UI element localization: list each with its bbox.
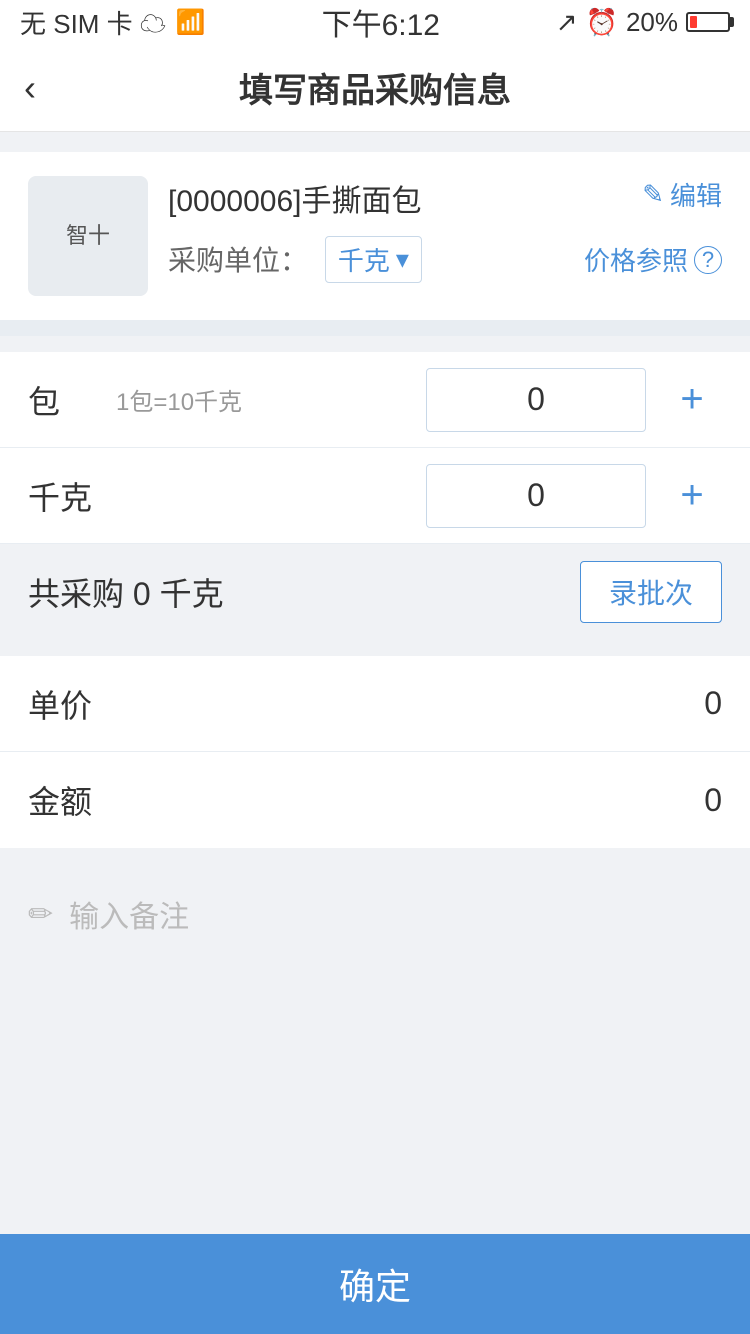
battery-percent: 20% xyxy=(626,7,678,38)
status-time: 下午6:12 xyxy=(322,0,440,44)
summary-text: 共采购 0 千克 xyxy=(28,569,224,615)
quantity-section: 包 1包=10千克 + 千克 + xyxy=(0,352,750,544)
amount-row: 金额 0 xyxy=(0,752,750,848)
confirm-button[interactable]: 确定 xyxy=(339,1258,411,1310)
price-section: 单价 0 金额 0 xyxy=(0,656,750,848)
status-bar: 无 SIM 卡 ☁ 📶 下午6:12 ↗ ⏰ 20% xyxy=(0,0,750,44)
qty-label-bao: 包 xyxy=(28,377,108,423)
battery-icon xyxy=(686,12,730,32)
unit-section: 采购单位： 千克 ▾ xyxy=(168,236,422,283)
qty-row-bao: 包 1包=10千克 + xyxy=(0,352,750,448)
batch-button[interactable]: 录批次 xyxy=(580,561,722,623)
status-right: ↗ ⏰ 20% xyxy=(556,7,730,38)
qty-sub-label-bao: 1包=10千克 xyxy=(116,382,242,417)
unit-price-row: 单价 0 xyxy=(0,656,750,752)
edit-label: 编辑 xyxy=(670,176,722,213)
summary-row: 共采购 0 千克 录批次 xyxy=(0,544,750,640)
chevron-down-icon: ▾ xyxy=(396,244,409,275)
unit-row: 采购单位： 千克 ▾ 价格参照 ? xyxy=(168,236,722,283)
qty-plus-kg[interactable]: + xyxy=(662,464,722,528)
confirm-bar[interactable]: 确定 xyxy=(0,1234,750,1334)
price-ref-button[interactable]: 价格参照 ? xyxy=(584,241,722,278)
wifi-icon: 📶 xyxy=(176,8,206,37)
spacer xyxy=(0,964,750,1264)
nav-bar: ‹ 填写商品采购信息 xyxy=(0,44,750,132)
unit-label: 采购单位： xyxy=(168,245,308,276)
edit-button[interactable]: ✎ 编辑 xyxy=(642,176,722,213)
price-ref-label: 价格参照 xyxy=(584,241,688,278)
product-thumbnail: 智十 xyxy=(28,176,148,296)
qty-input-area-bao: + xyxy=(242,368,722,432)
product-info: [0000006]手撕面包 ✎ 编辑 采购单位： 千克 ▾ 价格参照 ? xyxy=(168,176,722,283)
amount-label: 金额 xyxy=(28,777,92,823)
remark-placeholder: 输入备注 xyxy=(69,892,189,936)
product-name: [0000006]手撕面包 xyxy=(168,176,421,220)
alarm-icon: ⏰ xyxy=(586,7,618,38)
pencil-icon: ✏ xyxy=(28,897,53,932)
qty-plus-bao[interactable]: + xyxy=(662,368,722,432)
qty-label-kg: 千克 xyxy=(28,473,108,519)
unit-price-value: 0 xyxy=(704,685,722,722)
qty-input-bao[interactable] xyxy=(426,368,646,432)
section-divider-1 xyxy=(0,320,750,336)
qty-input-kg[interactable] xyxy=(426,464,646,528)
sim-label: 无 SIM 卡 ☁ xyxy=(20,4,166,41)
unit-select[interactable]: 千克 ▾ xyxy=(325,236,422,283)
edit-icon: ✎ xyxy=(642,179,664,210)
back-button[interactable]: ‹ xyxy=(24,67,36,109)
qty-input-area-kg: + xyxy=(108,464,722,528)
remark-section[interactable]: ✏ 输入备注 xyxy=(0,864,750,964)
location-icon: ↗ xyxy=(556,7,578,38)
unit-price-label: 单价 xyxy=(28,681,92,727)
page-title: 填写商品采购信息 xyxy=(239,63,511,112)
amount-value: 0 xyxy=(704,782,722,819)
product-header: [0000006]手撕面包 ✎ 编辑 xyxy=(168,176,722,220)
help-icon: ? xyxy=(694,246,722,274)
unit-value: 千克 xyxy=(338,241,390,278)
status-left: 无 SIM 卡 ☁ 📶 xyxy=(20,4,206,41)
product-thumb-label: 智十 xyxy=(66,221,110,252)
qty-row-kg: 千克 + xyxy=(0,448,750,544)
product-card: 智十 [0000006]手撕面包 ✎ 编辑 采购单位： 千克 ▾ 价格参照 ? xyxy=(0,152,750,320)
